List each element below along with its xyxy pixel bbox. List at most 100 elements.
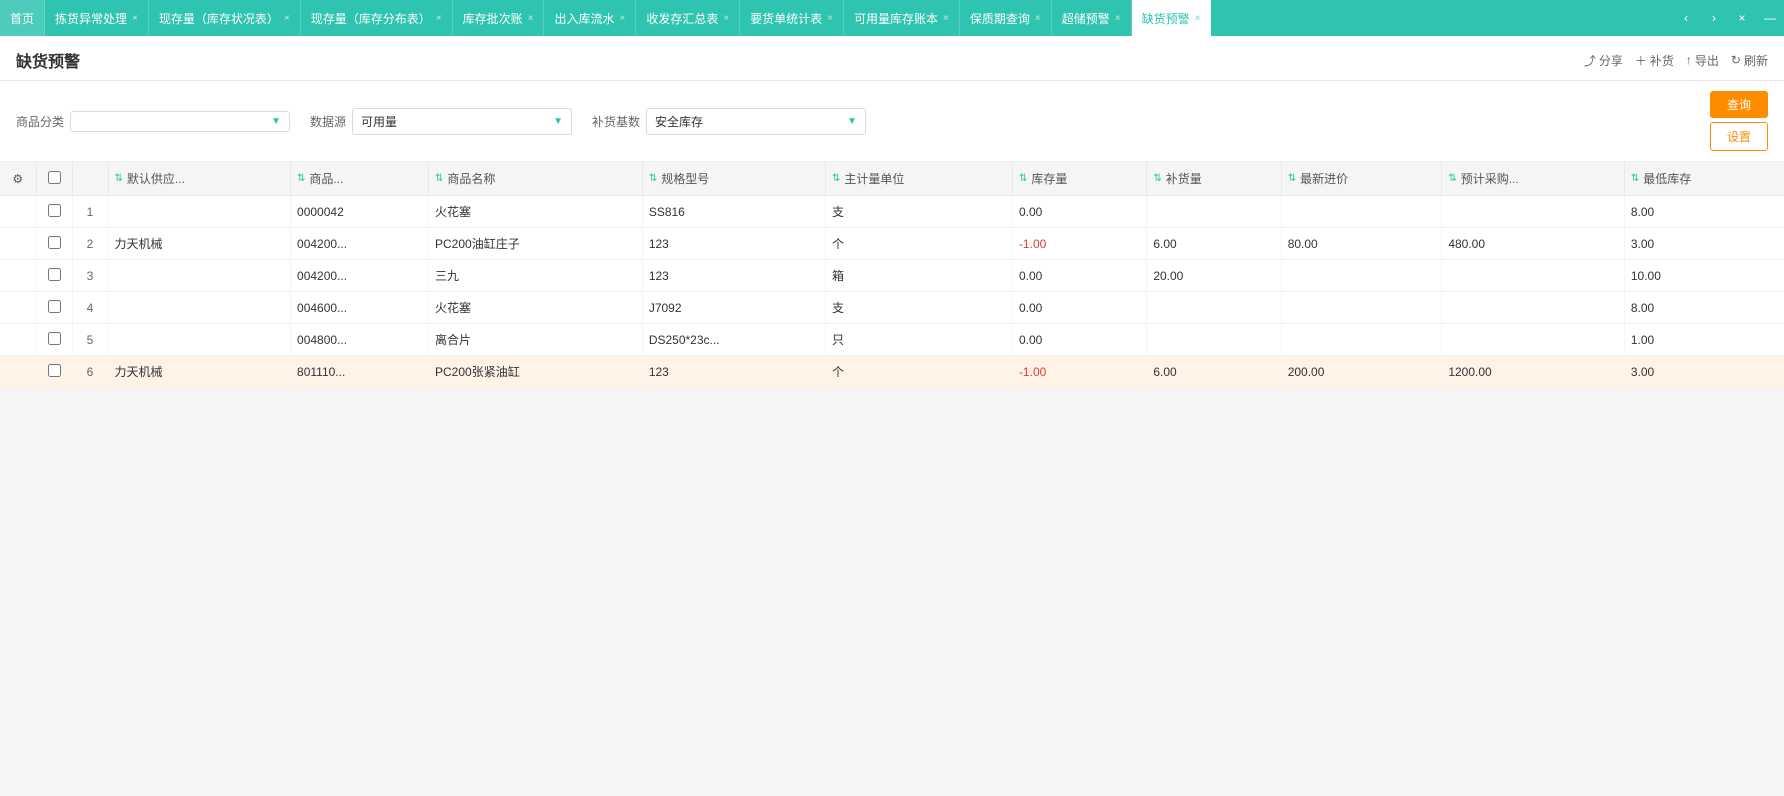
row-unit-0: 支 (826, 196, 1013, 228)
th-replenish[interactable]: ⇅ 补货量 (1147, 162, 1281, 196)
row-check-1[interactable] (36, 228, 72, 260)
th-min-stock[interactable]: ⇅ 最低库存 (1624, 162, 1784, 196)
replenish-base-select[interactable]: 安全库存 ▼ (646, 108, 866, 135)
close-tab-order-stat[interactable]: × (827, 13, 833, 24)
row-num-4: 5 (72, 324, 108, 356)
row-unit-5: 个 (826, 356, 1013, 388)
query-button[interactable]: 查询 (1710, 91, 1768, 118)
export-button[interactable]: ↑ 导出 (1686, 52, 1719, 69)
nav-prev-btn[interactable]: ‹ (1672, 0, 1700, 36)
datasource-select[interactable]: 可用量 ▼ (352, 108, 572, 135)
category-select[interactable]: ▼ (70, 111, 290, 132)
row-spec-5: 123 (642, 356, 825, 388)
row-checkbox-1[interactable] (48, 236, 61, 249)
row-checkbox-2[interactable] (48, 268, 61, 281)
th-check (36, 162, 72, 196)
th-spec[interactable]: ⇅ 规格型号 (642, 162, 825, 196)
row-spec-0: SS816 (642, 196, 825, 228)
row-min-stock-0: 8.00 (1624, 196, 1784, 228)
th-unit[interactable]: ⇅ 主计量单位 (826, 162, 1013, 196)
row-est-purchase-2 (1442, 260, 1625, 292)
close-tab-batch[interactable]: × (528, 13, 534, 24)
table-row: 5 004800... 离合片 DS250*23c... 只 0.00 1.00 (0, 324, 1784, 356)
row-check-3[interactable] (36, 292, 72, 324)
row-replenish-3 (1147, 292, 1281, 324)
nav-tab-receipt[interactable]: 收发存汇总表 × (636, 0, 740, 36)
th-est-purchase[interactable]: ⇅ 预计采购... (1442, 162, 1625, 196)
th-gear[interactable]: ⚙ (0, 162, 36, 196)
row-unit-2: 箱 (826, 260, 1013, 292)
row-check-0[interactable] (36, 196, 72, 228)
nav-tab-inout[interactable]: 出入库流水 × (544, 0, 636, 36)
row-gear-3 (0, 292, 36, 324)
th-supplier[interactable]: ⇅ 默认供应... (108, 162, 291, 196)
page-title: 缺货预警 (16, 48, 1584, 72)
close-tab-abnormal[interactable]: × (132, 13, 138, 24)
row-check-2[interactable] (36, 260, 72, 292)
close-tab-shortage[interactable]: × (1195, 13, 1201, 24)
nav-tab-expiry[interactable]: 保质期查询 × (960, 0, 1052, 36)
nav-minimize-btn[interactable]: — (1756, 0, 1784, 36)
close-tab-expiry[interactable]: × (1035, 13, 1041, 24)
table-row: 6 力天机械 801110... PC200张紧油缸 123 个 -1.00 6… (0, 356, 1784, 388)
nav-tab-home[interactable]: 首页 (0, 0, 45, 36)
close-tab-stock-dist[interactable]: × (436, 13, 442, 24)
row-latest-price-2 (1281, 260, 1442, 292)
header-actions: ⤴ 分享 ＋ 补货 ↑ 导出 ↻ 刷新 (1584, 52, 1768, 69)
row-gear-4 (0, 324, 36, 356)
nav-tab-shortage[interactable]: 缺货预警 × (1132, 0, 1212, 36)
row-gear-1 (0, 228, 36, 260)
close-tab-inout[interactable]: × (619, 13, 625, 24)
row-stock-0: 0.00 (1012, 196, 1146, 228)
nav-tab-stock-dist[interactable]: 现存量（库存分布表） × (301, 0, 453, 36)
th-stock[interactable]: ⇅ 库存量 (1012, 162, 1146, 196)
row-check-5[interactable] (36, 356, 72, 388)
row-unit-4: 只 (826, 324, 1013, 356)
nav-tab-avail-ledger[interactable]: 可用量库存账本 × (844, 0, 960, 36)
replenish-button[interactable]: ＋ 补货 (1635, 52, 1674, 69)
row-est-purchase-0 (1442, 196, 1625, 228)
nav-tab-order-stat[interactable]: 要货单统计表 × (740, 0, 844, 36)
row-min-stock-1: 3.00 (1624, 228, 1784, 260)
row-gear-2 (0, 260, 36, 292)
table-row: 1 0000042 火花塞 SS816 支 0.00 8.00 (0, 196, 1784, 228)
row-supplier-0 (108, 196, 291, 228)
nav-next-btn[interactable]: › (1700, 0, 1728, 36)
category-arrow-icon: ▼ (271, 116, 281, 127)
row-code-4: 004800... (291, 324, 429, 356)
filter-datasource-group: 数据源 可用量 ▼ (310, 108, 572, 135)
row-code-1: 004200... (291, 228, 429, 260)
row-checkbox-0[interactable] (48, 204, 61, 217)
row-checkbox-5[interactable] (48, 364, 61, 377)
th-latest-price[interactable]: ⇅ 最新进价 (1281, 162, 1442, 196)
close-tab-stock-status[interactable]: × (284, 13, 290, 24)
row-est-purchase-5: 1200.00 (1442, 356, 1625, 388)
nav-arrows: ‹ › × — (1672, 0, 1784, 36)
refresh-button[interactable]: ↻ 刷新 (1731, 52, 1768, 69)
filter-category-group: 商品分类 ▼ (16, 111, 290, 132)
row-checkbox-4[interactable] (48, 332, 61, 345)
nav-close-btn[interactable]: × (1728, 0, 1756, 36)
sort-icon-latest-price: ⇅ (1288, 173, 1296, 184)
sort-icon-supplier: ⇅ (115, 173, 123, 184)
row-est-purchase-3 (1442, 292, 1625, 324)
row-check-4[interactable] (36, 324, 72, 356)
th-name[interactable]: ⇅ 商品名称 (429, 162, 643, 196)
settings-button[interactable]: 设置 (1710, 122, 1768, 151)
row-replenish-2: 20.00 (1147, 260, 1281, 292)
nav-tab-stock-status[interactable]: 现存量（库存状况表） × (149, 0, 301, 36)
row-latest-price-5: 200.00 (1281, 356, 1442, 388)
category-label: 商品分类 (16, 113, 64, 130)
select-all-checkbox[interactable] (48, 171, 61, 184)
nav-tab-overstock[interactable]: 超储预警 × (1052, 0, 1132, 36)
row-num-2: 3 (72, 260, 108, 292)
export-icon: ↑ (1686, 53, 1692, 67)
row-checkbox-3[interactable] (48, 300, 61, 313)
close-tab-avail-ledger[interactable]: × (943, 13, 949, 24)
nav-tab-batch[interactable]: 库存批次账 × (453, 0, 545, 36)
th-code[interactable]: ⇅ 商品... (291, 162, 429, 196)
share-button[interactable]: ⤴ 分享 (1584, 52, 1623, 69)
close-tab-receipt[interactable]: × (723, 13, 729, 24)
nav-tab-abnormal[interactable]: 拣货异常处理 × (45, 0, 149, 36)
close-tab-overstock[interactable]: × (1115, 13, 1121, 24)
